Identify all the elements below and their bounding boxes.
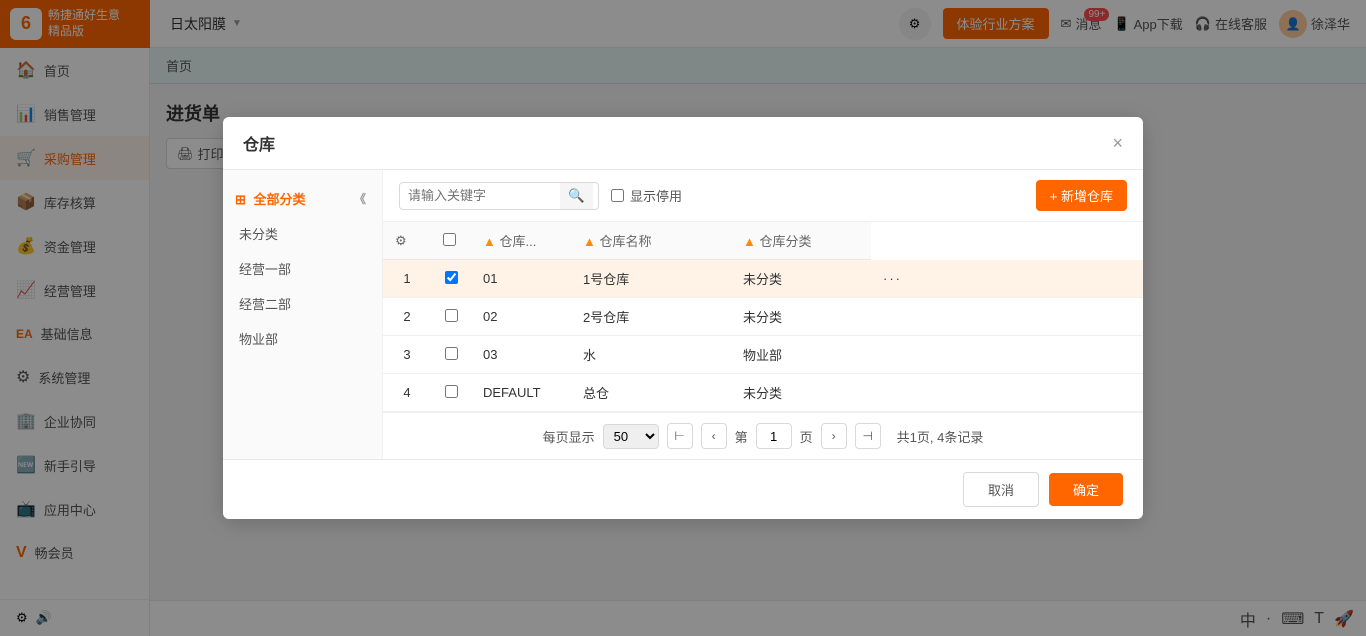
row-name: 1号仓库 bbox=[571, 260, 731, 298]
category-item-op1[interactable]: 经营一部 bbox=[223, 251, 382, 286]
cancel-button[interactable]: 取消 bbox=[963, 472, 1039, 507]
modal-title: 仓库 bbox=[243, 131, 275, 155]
modal-close-button[interactable]: × bbox=[1112, 134, 1123, 152]
category-item-uncat[interactable]: 未分类 bbox=[223, 216, 382, 251]
row-cat: 未分类 bbox=[731, 374, 871, 412]
table-wrap: ⚙ ▲ 仓库... ▲ bbox=[383, 222, 1143, 412]
add-warehouse-button[interactable]: + 新增仓库 bbox=[1036, 180, 1127, 211]
row-checkbox[interactable] bbox=[431, 336, 471, 374]
row-cat: 未分类 bbox=[731, 298, 871, 336]
confirm-button[interactable]: 确定 bbox=[1049, 473, 1123, 506]
show-disabled-wrap: 显示停用 bbox=[611, 186, 682, 205]
page-label: 第 bbox=[735, 427, 748, 446]
row-name: 总仓 bbox=[571, 374, 731, 412]
select-all-checkbox[interactable] bbox=[443, 233, 456, 246]
modal-search-bar: 🔍 显示停用 + 新增仓库 bbox=[383, 170, 1143, 222]
search-input-wrap: 🔍 bbox=[399, 182, 599, 210]
row-id: 02 bbox=[471, 298, 571, 336]
warehouse-table: ⚙ ▲ 仓库... ▲ bbox=[383, 222, 1143, 412]
row-id: 03 bbox=[471, 336, 571, 374]
category-collapse-button[interactable]: 《 bbox=[350, 188, 370, 208]
row-cat: 物业部 bbox=[731, 336, 871, 374]
row-cat: 未分类 bbox=[731, 260, 871, 298]
page-input[interactable] bbox=[756, 423, 792, 449]
modal-body: ⊞ 全部分类 《 未分类 经营一部 经营二部 物业部 🔍 bbox=[223, 170, 1143, 459]
table-row[interactable]: 3 03 水 物业部 bbox=[383, 336, 1143, 374]
modal-overlay: 仓库 × ⊞ 全部分类 《 未分类 经营一部 经营二部 物业部 bbox=[0, 0, 1366, 636]
category-all-header[interactable]: ⊞ 全部分类 《 bbox=[223, 180, 382, 216]
per-page-label: 每页显示 bbox=[543, 427, 595, 446]
table-row[interactable]: 4 DEFAULT 总仓 未分类 bbox=[383, 374, 1143, 412]
row-num: 1 bbox=[383, 260, 431, 298]
search-button[interactable]: 🔍 bbox=[560, 183, 593, 209]
row-num: 2 bbox=[383, 298, 431, 336]
col-header-check bbox=[431, 222, 471, 260]
category-item-op2[interactable]: 经营二部 bbox=[223, 286, 382, 321]
row-id: DEFAULT bbox=[471, 374, 571, 412]
row-checkbox[interactable] bbox=[431, 298, 471, 336]
modal-footer: 取消 确定 bbox=[223, 459, 1143, 519]
next-page-button[interactable]: › bbox=[821, 423, 847, 449]
table-row[interactable]: 2 02 2号仓库 未分类 bbox=[383, 298, 1143, 336]
prev-page-button[interactable]: ‹ bbox=[701, 423, 727, 449]
category-item-property[interactable]: 物业部 bbox=[223, 321, 382, 356]
show-disabled-label: 显示停用 bbox=[630, 186, 682, 205]
per-page-select[interactable]: 50 10 20 100 bbox=[603, 424, 659, 449]
search-input[interactable] bbox=[400, 183, 560, 208]
row-num: 3 bbox=[383, 336, 431, 374]
row-name: 2号仓库 bbox=[571, 298, 731, 336]
pagination-bar: 每页显示 50 10 20 100 ⊢ ‹ 第 页 › ⊣ 共1页, 4条记录 bbox=[383, 412, 1143, 459]
row-id: 01 bbox=[471, 260, 571, 298]
all-category-label: ⊞ 全部分类 bbox=[235, 189, 306, 208]
row-checkbox[interactable] bbox=[431, 260, 471, 298]
col-header-name: ▲ 仓库名称 bbox=[571, 222, 731, 260]
modal-main-area: 🔍 显示停用 + 新增仓库 ⚙ bbox=[383, 170, 1143, 459]
row-checkbox[interactable] bbox=[431, 374, 471, 412]
modal-category-sidebar: ⊞ 全部分类 《 未分类 经营一部 经营二部 物业部 bbox=[223, 170, 383, 459]
row-actions: ··· bbox=[871, 260, 1143, 298]
last-page-button[interactable]: ⊣ bbox=[855, 423, 881, 449]
row-name: 水 bbox=[571, 336, 731, 374]
row-num: 4 bbox=[383, 374, 431, 412]
modal-header: 仓库 × bbox=[223, 117, 1143, 170]
col-header-cat: ▲ 仓库分类 bbox=[731, 222, 871, 260]
col-header-gear: ⚙ bbox=[383, 222, 431, 260]
first-page-button[interactable]: ⊢ bbox=[667, 423, 693, 449]
show-disabled-checkbox[interactable] bbox=[611, 189, 624, 202]
page-suffix: 页 bbox=[800, 427, 813, 446]
col-header-id: ▲ 仓库... bbox=[471, 222, 571, 260]
warehouse-modal: 仓库 × ⊞ 全部分类 《 未分类 经营一部 经营二部 物业部 bbox=[223, 117, 1143, 519]
table-row[interactable]: 1 01 1号仓库 未分类 ··· bbox=[383, 260, 1143, 298]
total-info: 共1页, 4条记录 bbox=[897, 427, 984, 446]
